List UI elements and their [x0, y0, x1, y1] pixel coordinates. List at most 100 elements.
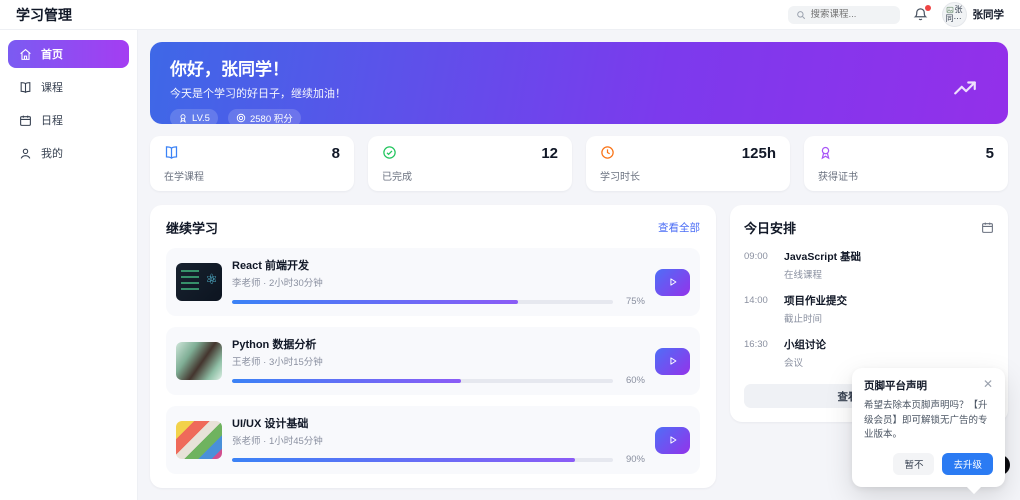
stat-label: 在学课程 — [164, 172, 204, 183]
close-icon[interactable]: ✕ — [983, 378, 993, 390]
continue-learning-card: 继续学习 查看全部 ⚛ React 前端开发 李老师 · 2小时30分钟 75% — [150, 205, 716, 488]
schedule-item: 16:30 小组讨论 会议 — [744, 337, 994, 369]
trending-up-icon — [950, 76, 980, 102]
schedule-item: 14:00 项目作业提交 截止时间 — [744, 293, 994, 325]
stat-card-completed: 12 已完成 — [368, 136, 572, 191]
course-item-python[interactable]: Python 数据分析 王老师 · 3小时15分钟 60% — [166, 327, 700, 395]
medal-icon — [178, 113, 188, 123]
stat-card-hours: 125h 学习时长 — [586, 136, 790, 191]
stat-value: 125h — [741, 145, 776, 162]
points-badge: 2580 积分 — [227, 109, 301, 124]
stat-value: 12 — [541, 145, 558, 162]
sidebar-item-label: 课程 — [41, 82, 63, 94]
app-header: 学习管理 张 同⋯ 张同学 — [0, 0, 1020, 30]
user-icon — [19, 147, 32, 160]
play-button[interactable] — [655, 268, 690, 296]
course-meta: 张老师 · 1小时45分钟 — [232, 436, 323, 447]
app-title: 学习管理 — [16, 6, 72, 23]
popup-title: 页脚平台声明 — [864, 380, 927, 392]
course-title: React 前端开发 — [232, 260, 310, 272]
schedule-title: 项目作业提交 — [784, 295, 847, 307]
upgrade-button[interactable]: 去升级 — [942, 453, 993, 476]
react-logo-icon: ⚛ — [205, 271, 218, 287]
play-icon — [668, 435, 678, 445]
stat-label: 已完成 — [382, 172, 412, 183]
user-menu[interactable]: 张 同⋯ 张同学 — [941, 2, 1005, 27]
section-title: 继续学习 — [166, 221, 219, 236]
calendar-icon — [981, 221, 994, 234]
schedule-time: 09:00 — [744, 251, 768, 262]
avatar: 张 同⋯ — [941, 2, 967, 27]
avatar-alt-text-2: 同⋯ — [945, 13, 962, 23]
play-icon — [668, 277, 678, 287]
course-meta: 李老师 · 2小时30分钟 — [232, 278, 323, 289]
home-icon — [19, 48, 32, 61]
sidebar-item-label: 我的 — [41, 148, 63, 160]
award-icon — [818, 145, 833, 160]
course-item-react[interactable]: ⚛ React 前端开发 李老师 · 2小时30分钟 75% — [166, 248, 700, 316]
stat-value: 5 — [985, 145, 994, 162]
progress-fill — [232, 299, 518, 304]
level-badge: LV.5 — [170, 109, 218, 124]
sidebar-item-courses[interactable]: 课程 — [8, 73, 129, 101]
progress-track — [232, 457, 613, 462]
course-thumbnail: ⚛ — [176, 263, 222, 301]
welcome-banner: 你好，张同学！ 今天是个学习的好日子，继续加油！ LV.5 2580 积分 — [150, 42, 1008, 124]
banner-greeting: 你好，张同学！ — [170, 60, 289, 79]
play-icon — [668, 356, 678, 366]
notification-bell[interactable] — [913, 4, 931, 23]
stat-value: 8 — [331, 145, 340, 162]
notification-dot — [924, 4, 931, 11]
sidebar-item-label: 日程 — [41, 115, 63, 127]
progress-percent: 75% — [625, 296, 645, 307]
book-icon — [164, 145, 179, 160]
check-circle-icon — [382, 145, 397, 160]
progress-fill — [232, 378, 461, 383]
course-thumbnail — [176, 342, 222, 380]
clock-icon — [600, 145, 615, 160]
sidebar-item-profile[interactable]: 我的 — [8, 139, 129, 167]
stats-row: 8 在学课程 12 已完成 125h 学习时长 5 获得证书 — [150, 136, 1008, 191]
search-icon — [796, 10, 806, 20]
course-title: Python 数据分析 — [232, 339, 317, 351]
course-meta: 王老师 · 3小时15分钟 — [232, 357, 323, 368]
schedule-time: 16:30 — [744, 339, 768, 350]
sidebar-item-schedule[interactable]: 日程 — [8, 106, 129, 134]
play-button[interactable] — [655, 347, 690, 375]
calendar-icon — [19, 114, 32, 127]
schedule-type: 会议 — [784, 358, 804, 369]
stat-label: 获得证书 — [818, 172, 858, 183]
sidebar-item-label: 首页 — [41, 49, 63, 61]
view-all-link[interactable]: 查看全部 — [658, 220, 700, 235]
banner-subtitle: 今天是个学习的好日子，继续加油！ — [170, 88, 346, 100]
sidebar: 首页 课程 日程 我的 — [0, 30, 138, 500]
footer-notice-popup: 页脚平台声明 ✕ 希望去除本页脚声明吗？【升级会员】即可解锁无广告的专业版本。 … — [852, 368, 1005, 488]
user-name: 张同学 — [972, 9, 1005, 21]
stat-card-certificates: 5 获得证书 — [804, 136, 1008, 191]
progress-track — [232, 378, 613, 383]
stat-card-courses: 8 在学课程 — [150, 136, 354, 191]
progress-track — [232, 299, 613, 304]
coin-icon — [236, 113, 246, 123]
search-box[interactable] — [787, 5, 900, 24]
course-thumbnail — [176, 421, 222, 459]
play-button[interactable] — [655, 426, 690, 454]
progress-percent: 90% — [625, 454, 645, 465]
section-title: 今日安排 — [744, 221, 797, 236]
progress-fill — [232, 457, 575, 462]
stat-label: 学习时长 — [600, 172, 640, 183]
schedule-type: 截止时间 — [784, 314, 823, 325]
popup-body: 希望去除本页脚声明吗？【升级会员】即可解锁无广告的专业版本。 — [864, 400, 988, 441]
dismiss-button[interactable]: 暂不 — [893, 453, 935, 476]
schedule-item: 09:00 JavaScript 基础 在线课程 — [744, 249, 994, 281]
course-item-uiux[interactable]: UI/UX 设计基础 张老师 · 1小时45分钟 90% — [166, 406, 700, 474]
search-input[interactable] — [810, 9, 892, 20]
progress-percent: 60% — [625, 375, 645, 386]
course-title: UI/UX 设计基础 — [232, 418, 309, 430]
schedule-type: 在线课程 — [784, 270, 823, 281]
schedule-title: 小组讨论 — [784, 339, 826, 351]
book-icon — [19, 81, 32, 94]
sidebar-item-home[interactable]: 首页 — [8, 40, 129, 68]
schedule-title: JavaScript 基础 — [784, 251, 862, 263]
schedule-time: 14:00 — [744, 295, 768, 306]
